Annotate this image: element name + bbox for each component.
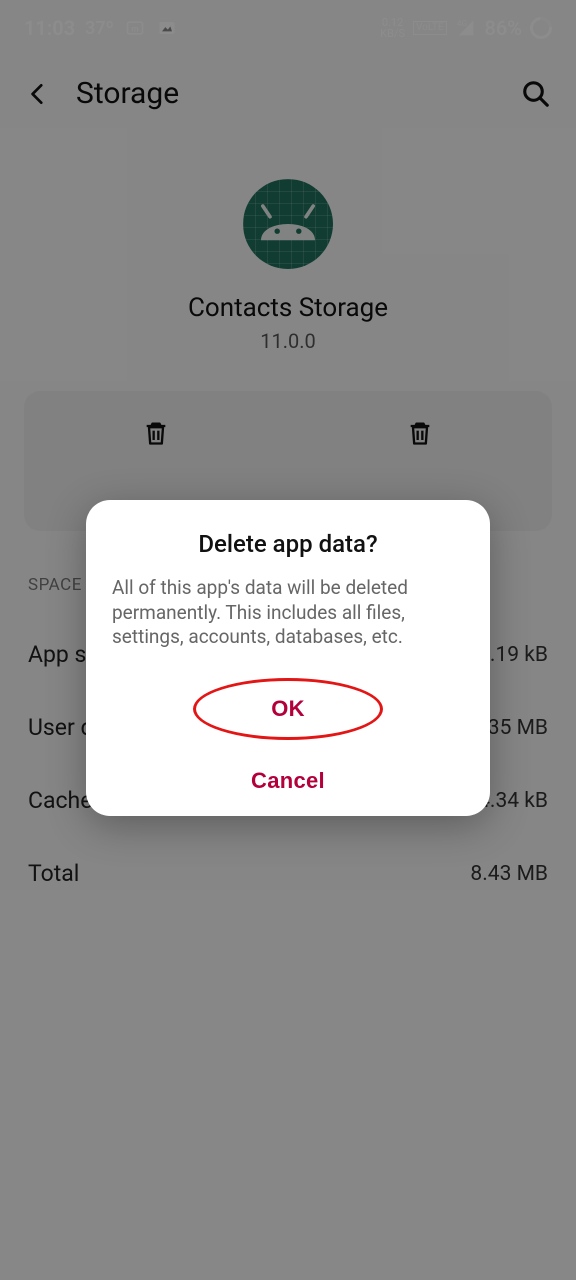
ok-button[interactable]: OK — [271, 696, 305, 722]
dialog-message: All of this app's data will be deleted p… — [112, 576, 464, 650]
cancel-button[interactable]: Cancel — [251, 768, 325, 794]
ok-highlight-annotation: OK — [193, 678, 383, 740]
delete-data-dialog: Delete app data? All of this app's data … — [86, 500, 490, 816]
dialog-title: Delete app data? — [112, 530, 464, 558]
